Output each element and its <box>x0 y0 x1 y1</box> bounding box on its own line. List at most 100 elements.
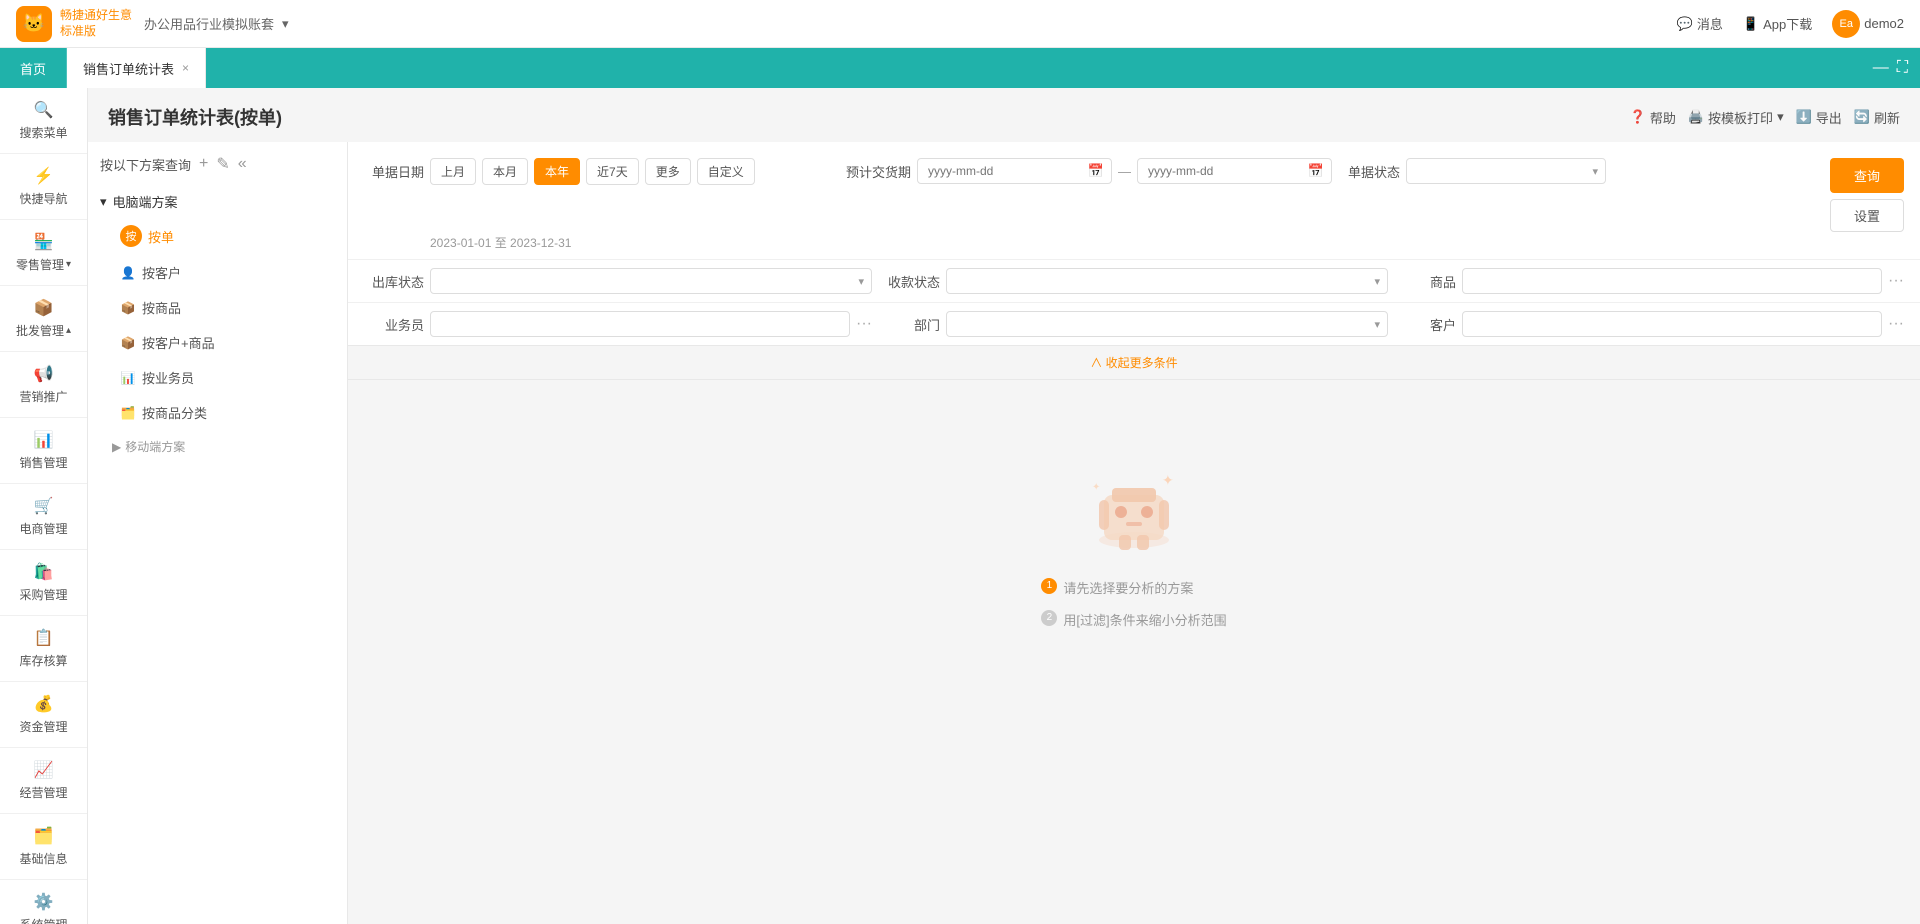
date-btn-last-month[interactable]: 上月 <box>430 158 476 185</box>
minimize-icon[interactable]: — <box>1873 59 1889 77</box>
date-btn-last-7-days[interactable]: 近7天 <box>586 158 639 185</box>
logo-text: 畅捷通好生意 标准版 <box>60 8 132 39</box>
breadcrumb: 办公用品行业模拟账套 ▾ <box>144 14 289 33</box>
quick-nav-icon: ⚡ <box>34 166 54 186</box>
sidebar-item-purchase[interactable]: 🛍️ 采购管理 <box>0 550 87 616</box>
date-btn-this-month[interactable]: 本月 <box>482 158 528 185</box>
department-select[interactable] <box>946 311 1388 337</box>
scheme-by-category[interactable]: 🗂️ 按商品分类 <box>88 395 347 430</box>
sidebar-item-basic-info[interactable]: 🗂️ 基础信息 <box>0 814 87 880</box>
settings-button[interactable]: 设置 <box>1830 199 1904 232</box>
scheme-by-salesperson[interactable]: 📊 按业务员 <box>88 360 347 395</box>
ship-status-select[interactable] <box>430 268 872 294</box>
inner-layout: 按以下方案查询 + ✎ « ▾ 电脑端方案 按 按单 👤 <box>88 142 1920 924</box>
page-title: 销售订单统计表(按单) <box>108 104 282 130</box>
salesperson-more-icon[interactable]: ··· <box>856 315 872 333</box>
payment-status-select[interactable] <box>946 268 1388 294</box>
print-icon: 🖨️ <box>1688 109 1704 125</box>
refresh-button[interactable]: 🔄 刷新 <box>1854 108 1900 127</box>
sidebar-item-marketing[interactable]: 📢 营销推广 <box>0 352 87 418</box>
scheme-by-order[interactable]: 按 按单 <box>88 217 347 255</box>
maximize-icon[interactable]: ⛶ <box>1897 59 1908 77</box>
product-label: 商品 <box>1396 272 1456 291</box>
sidebar-item-quick-nav[interactable]: ⚡ 快捷导航 <box>0 154 87 220</box>
top-bar-left: 🐱 畅捷通好生意 标准版 办公用品行业模拟账套 ▾ <box>16 6 289 42</box>
query-button[interactable]: 查询 <box>1830 158 1904 193</box>
section-expand-icon: ▾ <box>100 194 107 210</box>
sales-mgmt-icon: 📊 <box>34 430 54 450</box>
inventory-icon: 📋 <box>34 628 54 648</box>
salesperson-input[interactable] <box>430 311 850 337</box>
template-print-button[interactable]: 🖨️ 按模板打印 ▾ <box>1688 108 1784 127</box>
product-more-icon[interactable]: ··· <box>1888 272 1904 290</box>
svg-text:✦: ✦ <box>1162 472 1174 488</box>
help-button[interactable]: ❓ 帮助 <box>1630 108 1676 127</box>
tab-close-icon[interactable]: × <box>182 61 189 75</box>
payment-status-wrapper <box>946 268 1388 294</box>
sidebar-item-sales-mgmt[interactable]: 📊 销售管理 <box>0 418 87 484</box>
customer-more-icon[interactable]: ··· <box>1888 315 1904 333</box>
add-scheme-button[interactable]: + <box>199 155 208 173</box>
help-icon: ❓ <box>1630 109 1646 125</box>
scheme-by-cust-prod[interactable]: 📦 按客户+商品 <box>88 325 347 360</box>
collapse-panel-button[interactable]: « <box>238 155 247 173</box>
salesperson-icon: 📊 <box>120 370 136 386</box>
customer-label: 客户 <box>1396 315 1456 334</box>
expected-date-label: 预计交货期 <box>846 162 911 181</box>
message-button[interactable]: 💬 消息 <box>1677 14 1723 33</box>
top-bar: 🐱 畅捷通好生意 标准版 办公用品行业模拟账套 ▾ 💬 消息 📱 App下载 E… <box>0 0 1920 48</box>
wholesale-mgmt-icon: 📦 <box>34 298 54 318</box>
date-btn-this-year[interactable]: 本年 <box>534 158 580 185</box>
avatar: Ea <box>1832 10 1860 38</box>
scheme-by-customer[interactable]: 👤 按客户 <box>88 255 347 290</box>
expected-date-end[interactable] <box>1137 158 1332 184</box>
expected-date-start[interactable] <box>917 158 1112 184</box>
sidebar-item-operation[interactable]: 📈 经营管理 <box>0 748 87 814</box>
empty-tip-2: 2 用[过滤]条件来缩小分析范围 <box>1041 608 1226 634</box>
scheme-by-product[interactable]: 📦 按商品 <box>88 290 347 325</box>
app-download-button[interactable]: 📱 App下载 <box>1743 14 1812 33</box>
product-input[interactable] <box>1462 268 1882 294</box>
user-profile[interactable]: Ea demo2 <box>1832 10 1904 38</box>
sidebar-item-finance[interactable]: 💰 资金管理 <box>0 682 87 748</box>
sidebar-item-wholesale-mgmt[interactable]: 📦 批发管理 ▴ <box>0 286 87 352</box>
mobile-section-expand-icon: ▶ <box>112 440 121 454</box>
date-btn-more[interactable]: 更多 <box>645 158 691 185</box>
breadcrumb-dropdown-icon[interactable]: ▾ <box>282 16 289 32</box>
page-header-actions: ❓ 帮助 🖨️ 按模板打印 ▾ ⬇️ 导出 🔄 刷新 <box>1630 108 1900 127</box>
chevron-up-icon: ▴ <box>66 325 71 336</box>
sidebar-item-retail-mgmt[interactable]: 🏪 零售管理 ▾ <box>0 220 87 286</box>
date-btn-custom[interactable]: 自定义 <box>697 158 755 185</box>
retail-mgmt-icon: 🏪 <box>34 232 54 252</box>
tab-sales-statistics[interactable]: 销售订单统计表 × <box>67 48 206 88</box>
customer-input[interactable] <box>1462 311 1882 337</box>
edit-scheme-button[interactable]: ✎ <box>216 154 229 174</box>
sidebar: 🔍 搜索菜单 ⚡ 快捷导航 🏪 零售管理 ▾ 📦 批发管理 ▴ 📢 营销推广 <box>0 88 88 924</box>
system-mgmt-icon: ⚙️ <box>34 892 54 912</box>
mobile-section-title[interactable]: ▶ 移动端方案 <box>88 434 347 459</box>
pc-schemes-section: ▾ 电脑端方案 按 按单 👤 按客户 📦 按商品 <box>88 182 347 434</box>
sidebar-item-inventory[interactable]: 📋 库存核算 <box>0 616 87 682</box>
payment-status-label: 收款状态 <box>880 272 940 291</box>
date-label: 单据日期 <box>364 162 424 181</box>
left-panel: 按以下方案查询 + ✎ « ▾ 电脑端方案 按 按单 👤 <box>88 142 348 924</box>
expected-date-end-wrapper: 📅 <box>1137 158 1332 184</box>
logo-icon: 🐱 <box>16 6 52 42</box>
department-label: 部门 <box>880 315 940 334</box>
export-button[interactable]: ⬇️ 导出 <box>1796 108 1842 127</box>
status-select-wrapper <box>1406 158 1606 184</box>
status-label: 单据状态 <box>1340 162 1400 181</box>
ecommerce-icon: 🛒 <box>34 496 54 516</box>
sidebar-item-ecommerce[interactable]: 🛒 电商管理 <box>0 484 87 550</box>
message-icon: 💬 <box>1677 16 1693 32</box>
search-menu-icon: 🔍 <box>34 100 54 120</box>
tab-home[interactable]: 首页 <box>0 48 67 88</box>
status-select[interactable] <box>1406 158 1606 184</box>
collapse-conditions-bar[interactable]: ∧ 收起更多条件 <box>348 345 1920 380</box>
sidebar-item-search-menu[interactable]: 🔍 搜索菜单 <box>0 88 87 154</box>
operation-icon: 📈 <box>34 760 54 780</box>
empty-state: ✦ ✦ 1 请先选择要分析的方案 2 用[过滤]条件来缩小分析范围 <box>348 380 1920 694</box>
date-range-display: 2023-01-01 至 2023-12-31 <box>430 236 571 250</box>
svg-text:✦: ✦ <box>1092 482 1100 493</box>
sidebar-item-system-mgmt[interactable]: ⚙️ 系统管理 <box>0 880 87 924</box>
